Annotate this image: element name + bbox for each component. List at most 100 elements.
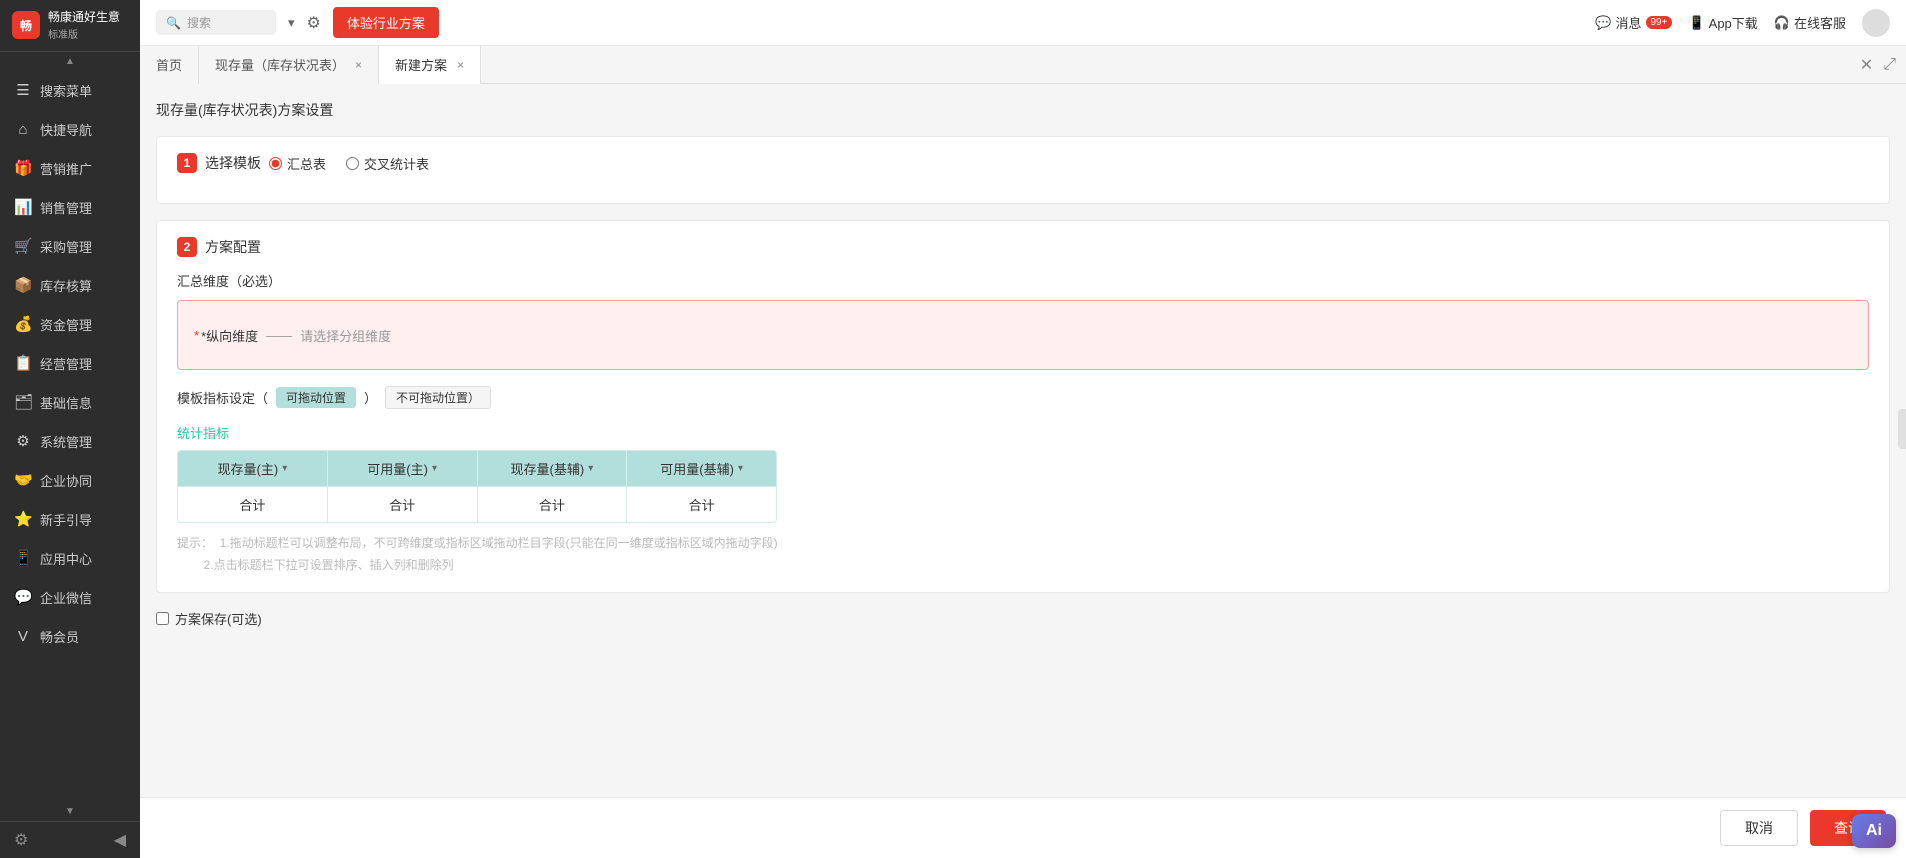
message-badge: 99+ xyxy=(1646,16,1673,29)
step1-title: 选择模板 xyxy=(205,153,261,173)
sidebar-item-app-center[interactable]: 📱 应用中心 xyxy=(0,539,140,578)
sidebar-item-label: 系统管理 xyxy=(40,432,92,451)
radio-summary[interactable]: 汇总表 xyxy=(269,154,326,173)
sidebar-item-label: 快捷导航 xyxy=(40,120,92,139)
sidebar-item-label: 营销推广 xyxy=(40,159,92,178)
sidebar-item-label: 搜索菜单 xyxy=(40,81,92,100)
sidebar-item-inventory[interactable]: 📦 库存核算 xyxy=(0,266,140,305)
indicator-label: 模板指标设定（ xyxy=(177,388,268,407)
app-download-button[interactable]: 📱 App下载 xyxy=(1688,13,1757,32)
sidebar-item-label: 采购管理 xyxy=(40,237,92,256)
vip-icon: V xyxy=(14,628,32,645)
col-header-1[interactable]: 可用量(主) ▾ xyxy=(328,451,478,486)
radio-cross-input[interactable] xyxy=(346,157,359,170)
sidebar-item-label: 企业协同 xyxy=(40,471,92,490)
search-menu-icon: ☰ xyxy=(14,81,32,99)
sidebar-item-label: 新手引导 xyxy=(40,510,92,529)
template-radio-group: 汇总表 交叉统计表 xyxy=(269,154,429,173)
search-icon: 🔍 xyxy=(166,16,181,30)
folder-icon: 🗂 xyxy=(14,393,32,411)
tab-close-icon[interactable]: ✕ xyxy=(1860,55,1873,75)
stats-table: 现存量(主) ▾ 可用量(主) ▾ 现存量(基辅) ▾ 可用量(基辅) ▾ xyxy=(177,450,777,523)
draggable-indicator: 可拖动位置 xyxy=(276,387,356,408)
user-avatar[interactable] xyxy=(1862,9,1890,37)
sidebar-item-basic-info[interactable]: 🗂 基础信息 xyxy=(0,383,140,422)
sidebar-item-label: 销售管理 xyxy=(40,198,92,217)
col-cell-0: 合计 xyxy=(178,487,328,522)
tabbar: 首页 现存量（库存状况表） × 新建方案 × ✕ ⤢ xyxy=(140,46,1906,84)
sidebar-scroll-down[interactable]: ▼ xyxy=(0,802,140,821)
sidebar-item-label: 基础信息 xyxy=(40,393,92,412)
chevron-down-icon: ▾ xyxy=(588,463,593,474)
sidebar-item-cooperation[interactable]: 🤝 企业协同 xyxy=(0,461,140,500)
tab-home[interactable]: 首页 xyxy=(140,46,199,84)
tab-inventory-status-close[interactable]: × xyxy=(355,58,362,72)
col-cell-1: 合计 xyxy=(328,487,478,522)
settings-bottom-icon[interactable]: ⚙ xyxy=(14,830,28,850)
radio-summary-input[interactable] xyxy=(269,157,282,170)
sidebar-item-label: 资金管理 xyxy=(40,315,92,334)
chevron-down-icon: ▾ xyxy=(282,463,287,474)
sidebar: 畅 畅康通好生意 标准版 ▲ ☰ 搜索菜单 ⌂ 快捷导航 🎁 营销推广 📊 销售… xyxy=(0,0,140,858)
radio-cross[interactable]: 交叉统计表 xyxy=(346,154,429,173)
sidebar-item-wechat[interactable]: 💬 企业微信 xyxy=(0,578,140,617)
required-mark: * xyxy=(194,328,199,343)
cart-icon: 🛒 xyxy=(14,237,32,255)
message-button[interactable]: 💬 消息 99+ xyxy=(1595,13,1672,32)
col-cell-3: 合计 xyxy=(627,487,776,522)
sidebar-item-label: 应用中心 xyxy=(40,549,92,568)
sales-icon: 📊 xyxy=(14,198,32,216)
col-header-0[interactable]: 现存量(主) ▾ xyxy=(178,451,328,486)
message-icon: 💬 xyxy=(1595,15,1611,31)
sidebar-item-search-menu[interactable]: ☰ 搜索菜单 xyxy=(0,71,140,110)
sidebar-item-finance[interactable]: 💰 资金管理 xyxy=(0,305,140,344)
box-icon: 📦 xyxy=(14,276,32,294)
save-option: 方案保存(可选) xyxy=(156,609,1890,628)
ai-badge[interactable]: Ai xyxy=(1852,814,1896,848)
sidebar-item-label: 经营管理 xyxy=(40,354,92,373)
sidebar-item-system[interactable]: ⚙ 系统管理 xyxy=(0,422,140,461)
tab-inventory-status[interactable]: 现存量（库存状况表） × xyxy=(199,46,379,84)
handshake-icon: 🤝 xyxy=(14,471,32,489)
money-icon: 💰 xyxy=(14,315,32,333)
dimension-separator: —— xyxy=(266,328,292,343)
app-name: 畅康通好生意 标准版 xyxy=(48,10,120,41)
online-service-button[interactable]: 🎧 在线客服 xyxy=(1774,13,1846,32)
sidebar-item-marketing[interactable]: 🎁 营销推广 xyxy=(0,149,140,188)
step2-badge: 2 xyxy=(177,237,197,257)
sidebar-item-sales[interactable]: 📊 销售管理 xyxy=(0,188,140,227)
topbar-settings-icon[interactable]: ⚙ xyxy=(307,13,321,33)
topbar: 🔍 搜索 ▾ ⚙ 体验行业方案 💬 消息 99+ 📱 App下载 🎧 在线客服 xyxy=(140,0,1906,46)
gift-icon: 🎁 xyxy=(14,159,32,177)
dimension-area[interactable]: * *纵向维度 —— 请选择分组维度 xyxy=(177,300,1869,370)
stats-section-title: 统计指标 xyxy=(177,423,1869,442)
vertical-dimension-label: *纵向维度 xyxy=(201,326,258,345)
home-icon: ⌂ xyxy=(14,121,32,138)
topbar-dropdown[interactable]: ▾ xyxy=(288,15,295,31)
search-box[interactable]: 🔍 搜索 xyxy=(156,10,276,35)
chat-icon: 💬 xyxy=(14,588,32,606)
sidebar-item-membership[interactable]: V 畅会员 xyxy=(0,617,140,656)
sidebar-nav: ☰ 搜索菜单 ⌂ 快捷导航 🎁 营销推广 📊 销售管理 🛒 采购管理 📦 库存核… xyxy=(0,71,140,802)
sidebar-scroll-up[interactable]: ▲ xyxy=(0,52,140,71)
sidebar-bottom: ⚙ ◀ xyxy=(0,821,140,858)
cancel-button[interactable]: 取消 xyxy=(1720,810,1798,846)
resize-handle[interactable] xyxy=(1898,409,1906,449)
col-header-2[interactable]: 现存量(基辅) ▾ xyxy=(478,451,628,486)
save-checkbox[interactable] xyxy=(156,612,169,625)
col-header-3[interactable]: 可用量(基辅) ▾ xyxy=(627,451,776,486)
tab-new-plan-close[interactable]: × xyxy=(457,58,464,72)
tab-expand-icon[interactable]: ⤢ xyxy=(1883,56,1896,74)
tips-section: 提示： 1.拖动标题栏可以调整布局，不可跨维度或指标区域拖动栏目字段(只能在同一… xyxy=(177,533,1869,576)
stats-table-header: 现存量(主) ▾ 可用量(主) ▾ 现存量(基辅) ▾ 可用量(基辅) ▾ xyxy=(178,451,776,486)
sidebar-item-operations[interactable]: 📋 经营管理 xyxy=(0,344,140,383)
sidebar-item-quick-nav[interactable]: ⌂ 快捷导航 xyxy=(0,110,140,149)
tips-item2: 2.点击标题栏下拉可设置排序、插入列和删除列 xyxy=(177,555,1869,577)
tab-new-plan[interactable]: 新建方案 × xyxy=(379,46,481,84)
clipboard-icon: 📋 xyxy=(14,354,32,372)
sidebar-item-newcomer[interactable]: ⭐ 新手引导 xyxy=(0,500,140,539)
trial-button[interactable]: 体验行业方案 xyxy=(333,7,439,38)
phone-icon: 📱 xyxy=(14,549,32,567)
sidebar-item-purchase[interactable]: 🛒 采购管理 xyxy=(0,227,140,266)
collapse-icon[interactable]: ◀ xyxy=(114,830,126,850)
